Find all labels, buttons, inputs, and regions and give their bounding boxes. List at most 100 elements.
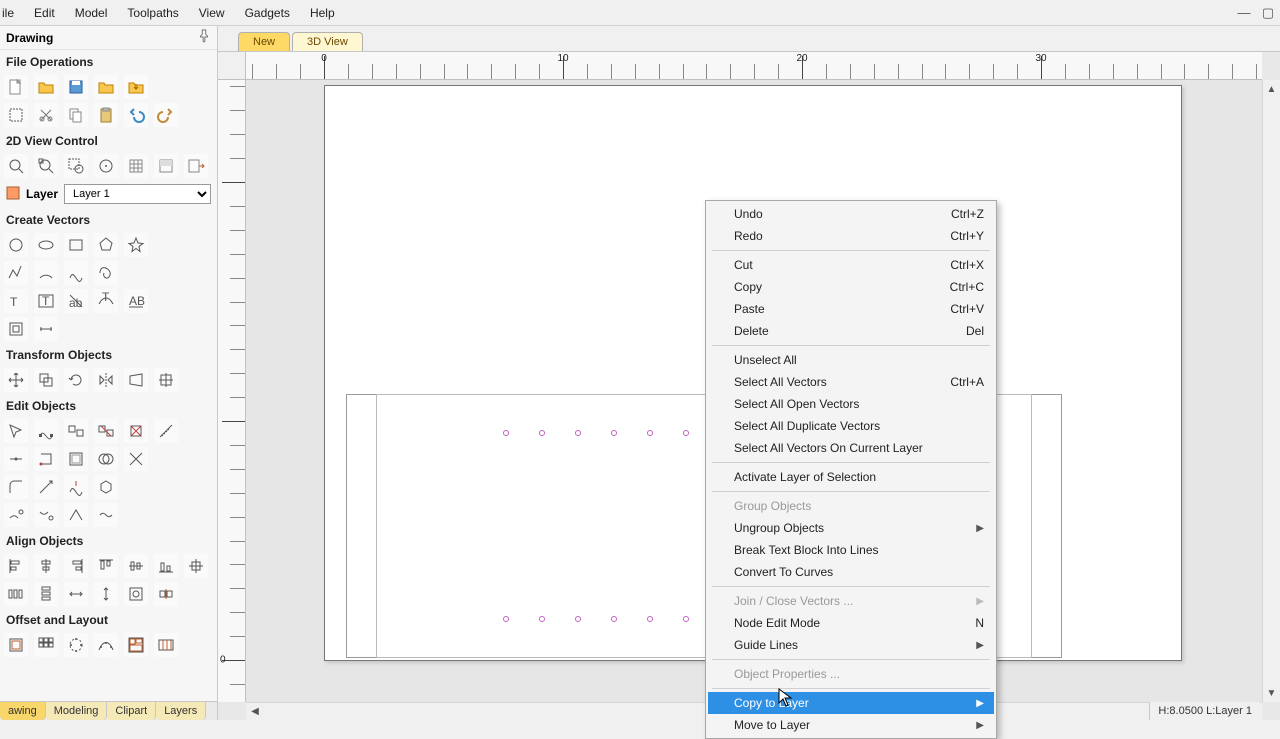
vertex-dot[interactable] <box>539 430 545 436</box>
circle-icon[interactable] <box>4 233 28 257</box>
tab-clipart[interactable]: Clipart <box>107 701 156 720</box>
text-icon[interactable]: T <box>4 289 28 313</box>
align-bottom-icon[interactable] <box>154 554 178 578</box>
context-menu-item[interactable]: Select All VectorsCtrl+A <box>708 371 994 393</box>
curve-icon[interactable] <box>64 261 88 285</box>
mirror-icon[interactable] <box>94 368 118 392</box>
context-menu-item[interactable]: Select All Duplicate Vectors <box>708 415 994 437</box>
new-file-icon[interactable] <box>4 75 28 99</box>
save-icon[interactable] <box>64 75 88 99</box>
context-menu-item[interactable]: Move to Layer▶ <box>708 714 994 736</box>
trace-icon[interactable] <box>4 317 28 341</box>
vertex-dot[interactable] <box>647 430 653 436</box>
vector-boundary-icon[interactable] <box>94 475 118 499</box>
space-h-icon[interactable] <box>64 582 88 606</box>
context-menu-item[interactable]: Unselect All <box>708 349 994 371</box>
menu-file[interactable]: ile <box>0 2 24 24</box>
group-icon[interactable] <box>64 419 88 443</box>
node-edit-icon[interactable] <box>34 419 58 443</box>
dist-h-icon[interactable] <box>4 582 28 606</box>
undo-icon[interactable] <box>124 103 148 127</box>
vertex-dot[interactable] <box>683 430 689 436</box>
edit-d-icon[interactable] <box>94 503 118 527</box>
vertex-dot[interactable] <box>575 616 581 622</box>
tab-drawing[interactable]: awing <box>0 701 46 720</box>
context-menu-item[interactable]: UndoCtrl+Z <box>708 203 994 225</box>
rotate-icon[interactable] <box>64 368 88 392</box>
context-menu-item[interactable]: RedoCtrl+Y <box>708 225 994 247</box>
dist-v-icon[interactable] <box>34 582 58 606</box>
star-icon[interactable] <box>124 233 148 257</box>
menu-model[interactable]: Model <box>65 2 118 24</box>
fillet-icon[interactable] <box>4 475 28 499</box>
text-on-curve-icon[interactable]: T <box>94 289 118 313</box>
text-block-icon[interactable]: T <box>34 289 58 313</box>
open-folder-2-icon[interactable] <box>94 75 118 99</box>
copy-along-icon[interactable] <box>94 633 118 657</box>
plate-layout-icon[interactable] <box>154 633 178 657</box>
move-icon[interactable] <box>4 368 28 392</box>
ellipse-icon[interactable] <box>34 233 58 257</box>
pin-icon[interactable] <box>197 29 211 46</box>
context-menu-item[interactable]: Select All Open Vectors <box>708 393 994 415</box>
dimension-icon[interactable] <box>34 317 58 341</box>
measure-icon[interactable] <box>154 419 178 443</box>
zoom-selected-icon[interactable] <box>94 154 118 178</box>
close-vector-icon[interactable] <box>34 447 58 471</box>
context-menu-item[interactable]: Guide Lines▶ <box>708 634 994 656</box>
view-tab-new[interactable]: New <box>238 32 290 51</box>
context-menu-item[interactable]: Copy to Layer▶ <box>708 692 994 714</box>
view-half-icon[interactable] <box>154 154 178 178</box>
scroll-down-icon[interactable]: ▼ <box>1263 684 1280 702</box>
open-folder-icon[interactable] <box>34 75 58 99</box>
vertex-dot[interactable] <box>647 616 653 622</box>
align-transform-icon[interactable] <box>154 368 178 392</box>
context-menu-item[interactable]: Node Edit ModeN <box>708 612 994 634</box>
menu-help[interactable]: Help <box>300 2 345 24</box>
arc-icon[interactable] <box>34 261 58 285</box>
tab-layers[interactable]: Layers <box>156 701 206 720</box>
context-menu-item[interactable]: DeleteDel <box>708 320 994 342</box>
spiral-icon[interactable] <box>94 261 118 285</box>
zoom-window-icon[interactable] <box>64 154 88 178</box>
select-icon[interactable] <box>4 103 28 127</box>
layer-select[interactable]: Layer 1 <box>64 184 211 204</box>
text-convert-icon[interactable]: ABC <box>124 289 148 313</box>
align-left-icon[interactable] <box>4 554 28 578</box>
scroll-up-icon[interactable]: ▲ <box>1263 80 1280 98</box>
fit-curves-icon[interactable] <box>64 475 88 499</box>
view-tab-3d[interactable]: 3D View <box>292 32 363 51</box>
context-menu-item[interactable]: CopyCtrl+C <box>708 276 994 298</box>
context-menu-item[interactable]: Activate Layer of Selection <box>708 466 994 488</box>
redo-icon[interactable] <box>154 103 178 127</box>
menu-edit[interactable]: Edit <box>24 2 65 24</box>
align-right-icon[interactable] <box>64 554 88 578</box>
align-center-both-icon[interactable] <box>184 554 208 578</box>
selection-cursor-icon[interactable] <box>4 419 28 443</box>
context-menu-item[interactable]: Ungroup Objects▶ <box>708 517 994 539</box>
align-center-h-icon[interactable] <box>34 554 58 578</box>
copy-icon[interactable] <box>64 103 88 127</box>
distort-icon[interactable] <box>124 368 148 392</box>
array-copy-icon[interactable] <box>34 633 58 657</box>
vertex-dot[interactable] <box>575 430 581 436</box>
vertex-dot[interactable] <box>503 616 509 622</box>
ungroup-icon[interactable] <box>94 419 118 443</box>
rectangle-icon[interactable] <box>64 233 88 257</box>
context-menu-item[interactable]: Convert To Curves <box>708 561 994 583</box>
paste-icon[interactable] <box>94 103 118 127</box>
scroll-left-icon[interactable]: ◀ <box>246 703 264 721</box>
offset-icon[interactable] <box>64 447 88 471</box>
menu-gadgets[interactable]: Gadgets <box>235 2 300 24</box>
weld-icon[interactable] <box>94 447 118 471</box>
vertex-dot[interactable] <box>539 616 545 622</box>
vertex-dot[interactable] <box>611 430 617 436</box>
view-exit-icon[interactable] <box>184 154 208 178</box>
vertex-dot[interactable] <box>683 616 689 622</box>
space-v-icon[interactable] <box>94 582 118 606</box>
context-menu-item[interactable]: Select All Vectors On Current Layer <box>708 437 994 459</box>
polygon-icon[interactable] <box>94 233 118 257</box>
zoom-extents-icon[interactable] <box>34 154 58 178</box>
circular-array-icon[interactable] <box>64 633 88 657</box>
scrollbar-vertical[interactable]: ▲ ▼ <box>1262 80 1280 702</box>
